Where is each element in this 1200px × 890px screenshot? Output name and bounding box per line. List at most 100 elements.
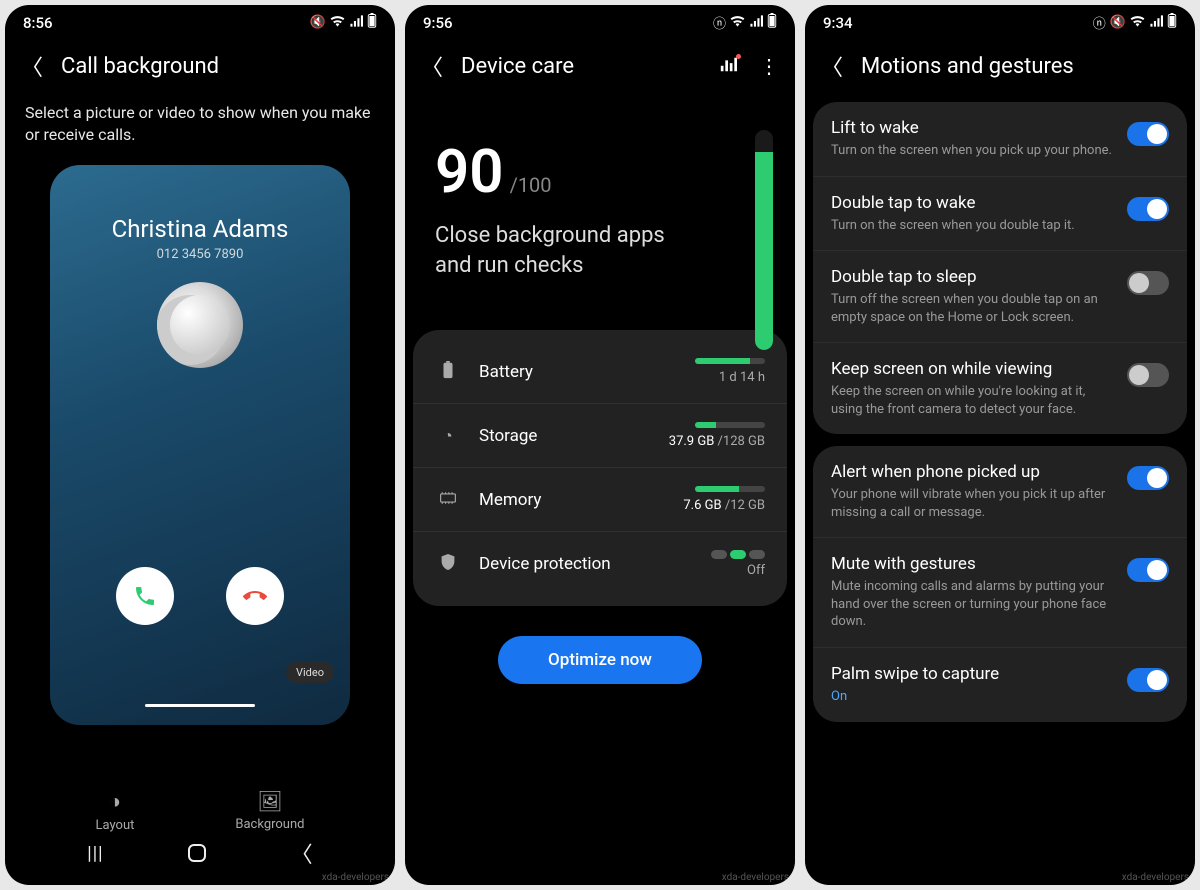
layout-icon: ◑ [96,789,135,814]
call-preview-card[interactable]: Christina Adams 012 3456 7890 Video [50,165,350,725]
page-title: Motions and gestures [861,54,1074,79]
back-button[interactable]: 〈 [21,50,43,82]
setting-title: Palm swipe to capture [831,664,1113,684]
signal-icon [1149,15,1163,31]
battery-value: 1 d 14 h [695,370,765,385]
signal-icon [349,15,363,31]
setting-row[interactable]: Alert when phone picked upYour phone wil… [813,446,1187,538]
watermark: xda-developers [722,872,789,883]
protection-label: Device protection [479,554,611,574]
battery-icon [367,13,377,32]
memory-label: Memory [479,490,541,510]
more-icon[interactable]: ⋮ [759,54,779,78]
memory-row[interactable]: Memory 7.6 GB /12 GB [413,467,787,531]
nfc-icon: ⓝ [713,13,726,32]
phone-motions-gestures: 9:34 ⓝ 🔇 〈 Motions and gestures Lift to … [805,5,1195,885]
call-buttons [50,567,350,625]
nfc-icon: ⓝ [1093,13,1106,32]
setting-row[interactable]: Lift to wake Turn on the screen when you … [813,102,1187,177]
memory-used: 7.6 GB [683,498,721,513]
answer-button[interactable] [116,567,174,625]
nav-recents[interactable]: ||| [87,843,103,864]
setting-row[interactable]: Palm swipe to capture On [813,648,1187,722]
status-bar: 9:34 ⓝ 🔇 [805,5,1195,36]
back-button[interactable]: 〈 [421,50,443,82]
phone-device-care: 9:56 ⓝ 〈 Device care ⋮ 90 /10 [405,5,795,885]
setting-title: Keep screen on while viewing [831,359,1113,379]
toggle-switch[interactable] [1127,466,1169,490]
setting-title: Mute with gestures [831,554,1113,574]
header: 〈 Device care ⋮ [405,36,795,96]
storage-label: Storage [479,426,537,446]
status-time: 9:34 [823,14,853,32]
wifi-icon [1130,15,1145,31]
header: 〈 Motions and gestures [805,36,1195,96]
toggle-switch[interactable] [1127,197,1169,221]
preview-home-indicator [145,704,255,707]
toggle-switch[interactable] [1127,363,1169,387]
memory-icon [435,490,461,509]
chart-icon[interactable] [719,56,737,76]
toggle-switch[interactable] [1127,558,1169,582]
setting-description: Mute incoming calls and alarms by puttin… [831,578,1113,631]
toggle-switch[interactable] [1127,668,1169,692]
watermark: xda-developers [1122,872,1189,883]
care-panel: Battery 1 d 14 h ◔ Storage 37.9 GB /128 … [413,330,787,606]
score-value: 90 [435,136,504,207]
status-bar: 8:56 🔇 [5,5,395,36]
nav-home[interactable] [188,844,206,862]
setting-row[interactable]: Keep screen on while viewing Keep the scr… [813,343,1187,434]
battery-row[interactable]: Battery 1 d 14 h [413,340,787,403]
nav-back[interactable]: 〈 [291,837,313,869]
status-icons: ⓝ 🔇 [1093,13,1177,32]
optimize-button[interactable]: Optimize now [498,636,702,684]
status-time: 9:56 [423,14,453,32]
battery-icon [435,361,461,383]
setting-description: Your phone will vibrate when you pick it… [831,486,1113,521]
status-time: 8:56 [23,14,53,32]
score-area: 90 /100 Close background apps and run ch… [405,96,795,290]
battery-label: Battery [479,362,533,382]
mute-icon: 🔇 [310,15,326,30]
setting-description: Keep the screen on while you're looking … [831,383,1113,418]
status-icons: 🔇 [310,13,377,32]
back-button[interactable]: 〈 [821,50,843,82]
wifi-icon [330,15,345,31]
score-description: Close background apps and run checks [435,221,685,280]
memory-total: /12 GB [725,498,765,513]
caller-number: 012 3456 7890 [50,247,350,262]
mute-icon: 🔇 [1110,15,1126,30]
setting-description: On [831,688,1113,706]
setting-row[interactable]: Double tap to wakeTurn on the screen whe… [813,177,1187,252]
storage-total: /128 GB [718,434,765,449]
score-gauge [755,130,773,350]
shield-icon [435,553,461,575]
page-title: Call background [61,54,219,79]
header: 〈 Call background [5,36,395,96]
storage-used: 37.9 GB [669,434,715,449]
setting-title: Lift to wake [831,118,1113,138]
toggle-switch[interactable] [1127,122,1169,146]
toggle-switch[interactable] [1127,271,1169,295]
page-title: Device care [461,54,574,79]
wifi-icon [730,15,745,31]
signal-icon [749,15,763,31]
setting-title: Double tap to wake [831,193,1113,213]
notification-dot [736,54,741,59]
setting-row[interactable]: Double tap to sleepTurn off the screen w… [813,251,1187,343]
storage-row[interactable]: ◔ Storage 37.9 GB /128 GB [413,403,787,467]
background-icon: 🖼 [235,789,304,813]
page-description: Select a picture or video to show when y… [5,96,395,165]
status-bar: 9:56 ⓝ [405,5,795,36]
decline-button[interactable] [226,567,284,625]
protection-value: Off [711,563,765,578]
storage-icon: ◔ [435,426,461,446]
protection-row[interactable]: Device protection Off [413,531,787,596]
caller-name: Christina Adams [50,215,350,243]
setting-row[interactable]: Mute with gestures Mute incoming calls an… [813,538,1187,648]
setting-description: Turn on the screen when you pick up your… [831,142,1113,160]
phone-call-background: 8:56 🔇 〈 Call background Select a pictur… [5,5,395,885]
battery-icon [1167,13,1177,32]
status-icons: ⓝ [713,13,777,32]
video-chip[interactable]: Video [286,662,334,683]
